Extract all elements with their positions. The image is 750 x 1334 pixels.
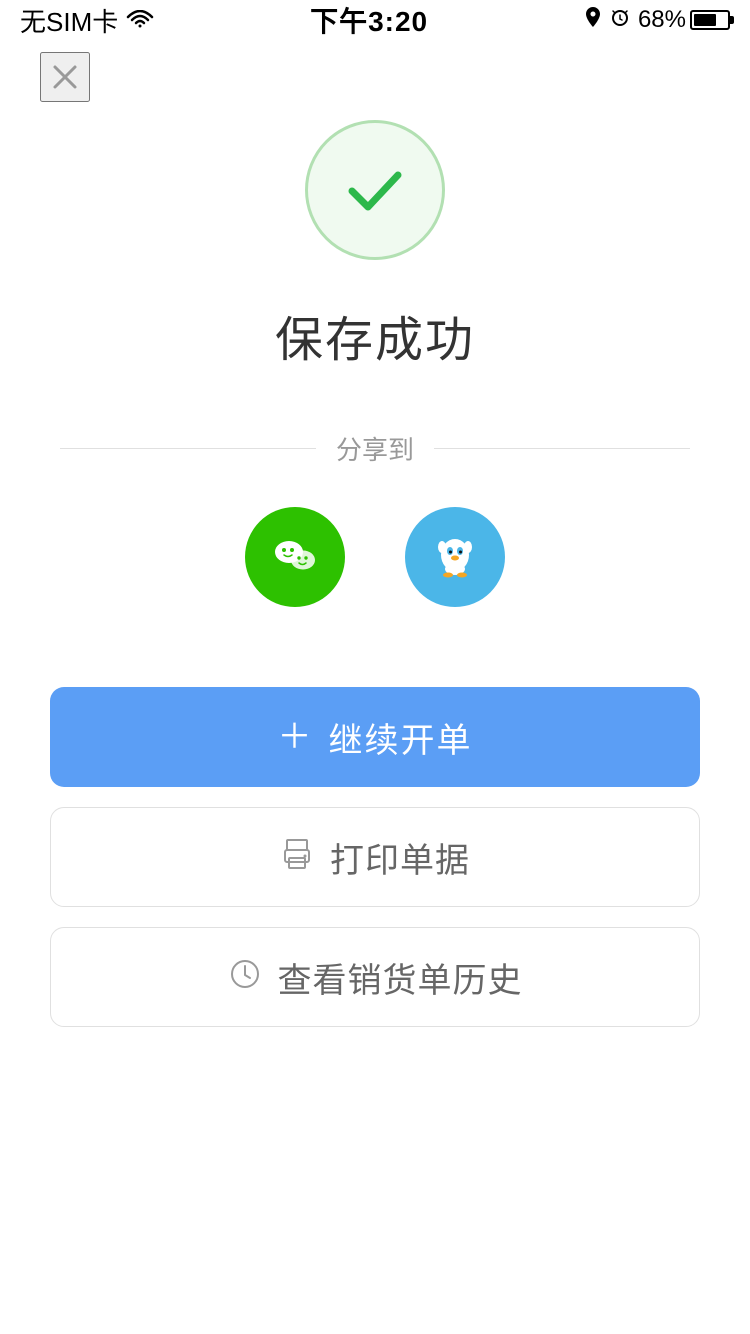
success-title: 保存成功 bbox=[275, 300, 475, 370]
wechat-share-button[interactable] bbox=[245, 507, 345, 607]
share-divider: 分享到 bbox=[0, 430, 750, 467]
printer-icon bbox=[280, 837, 314, 877]
main-content: 保存成功 分享到 bbox=[0, 40, 750, 1027]
continue-button[interactable]: ＋ 继续开单 bbox=[50, 687, 700, 787]
alarm-icon bbox=[610, 6, 630, 34]
qq-share-button[interactable] bbox=[405, 507, 505, 607]
plus-icon: ＋ bbox=[278, 720, 313, 754]
share-label: 分享到 bbox=[316, 430, 434, 467]
history-button[interactable]: 查看销货单历史 bbox=[50, 927, 700, 1027]
continue-label: 继续开单 bbox=[329, 713, 473, 762]
location-icon bbox=[584, 6, 602, 35]
battery-box bbox=[690, 10, 730, 30]
close-button[interactable] bbox=[40, 52, 90, 102]
carrier-text: 无SIM卡 bbox=[20, 2, 118, 39]
close-icon bbox=[49, 61, 81, 93]
checkmark-icon bbox=[340, 155, 410, 225]
status-bar: 无SIM卡 下午3:20 68% bbox=[0, 0, 750, 40]
time-display: 下午3:20 bbox=[310, 0, 428, 40]
history-label: 查看销货单历史 bbox=[278, 953, 523, 1002]
print-button[interactable]: 打印单据 bbox=[50, 807, 700, 907]
success-circle bbox=[305, 120, 445, 260]
wechat-icon bbox=[265, 527, 325, 587]
status-right-icons: 68% bbox=[584, 6, 730, 35]
battery-fill bbox=[694, 14, 716, 26]
print-label: 打印单据 bbox=[330, 833, 470, 882]
wifi-icon bbox=[126, 10, 154, 30]
carrier-info: 无SIM卡 bbox=[20, 2, 154, 39]
share-icons-row bbox=[245, 507, 505, 607]
battery-indicator: 68% bbox=[638, 6, 730, 34]
battery-text: 68% bbox=[638, 6, 686, 34]
qq-icon bbox=[425, 527, 485, 587]
action-buttons: ＋ 继续开单 打印单据 查看销货单历史 bbox=[0, 687, 750, 1027]
divider-right bbox=[434, 448, 690, 449]
clock-icon bbox=[228, 957, 262, 997]
divider-left bbox=[60, 448, 316, 449]
